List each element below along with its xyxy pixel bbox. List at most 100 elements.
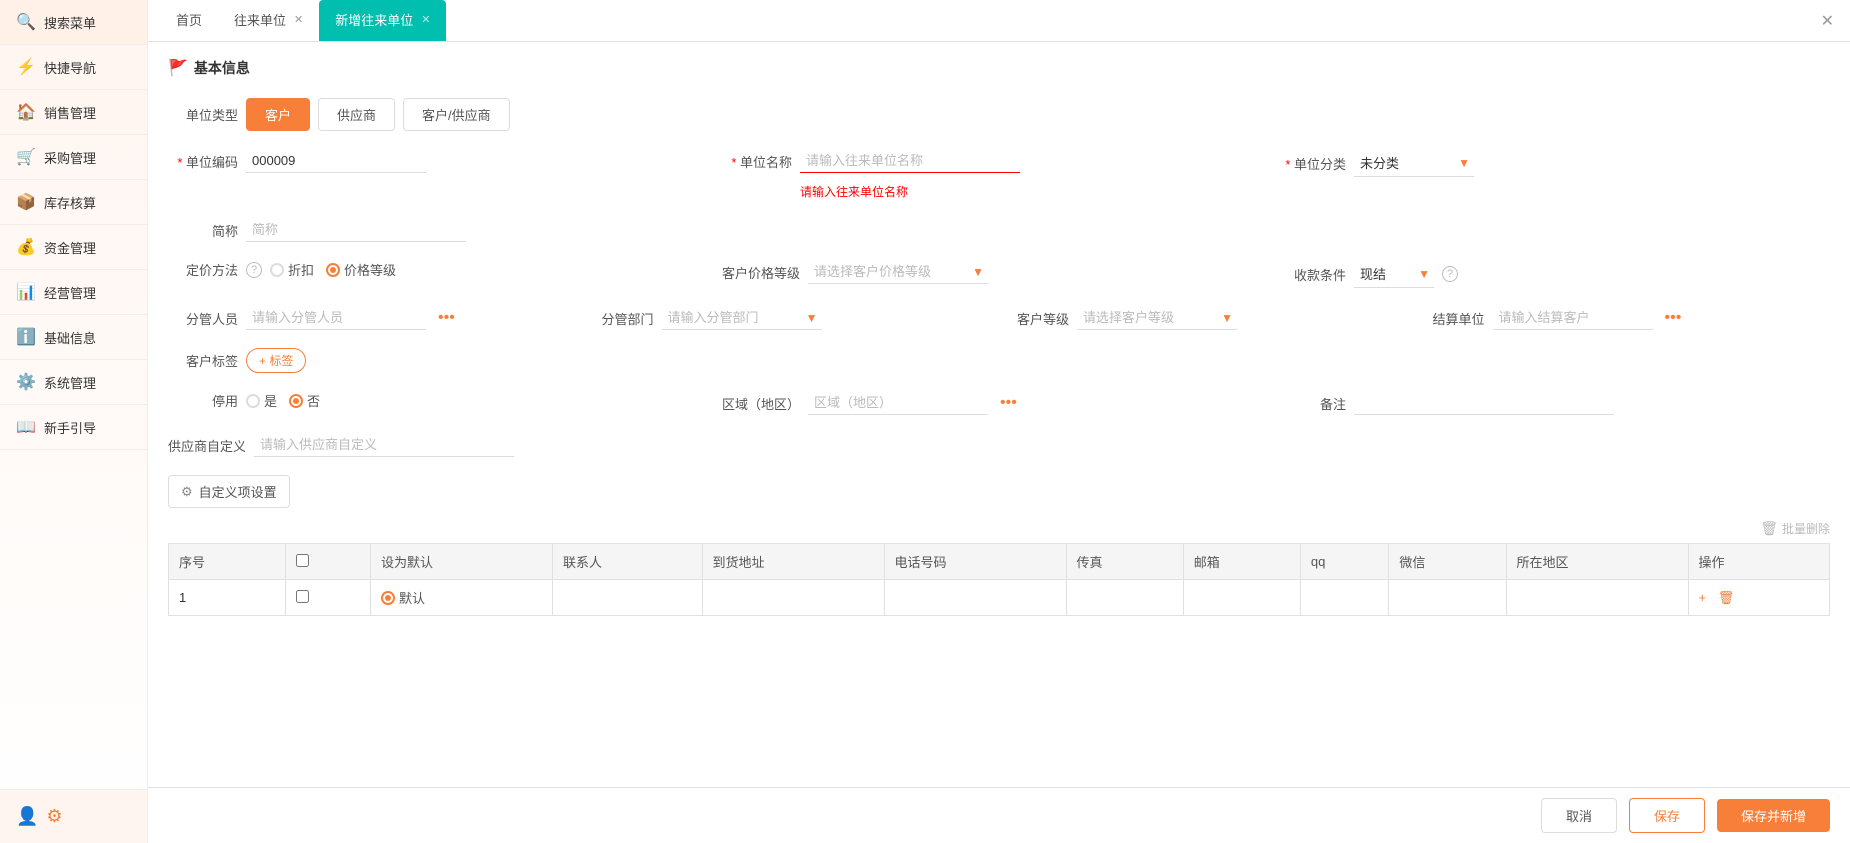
btn-supplier[interactable]: 供应商	[318, 98, 395, 131]
default-radio[interactable]: 默认	[381, 588, 542, 607]
pricing-help-icon[interactable]: ?	[246, 262, 262, 278]
sidebar-item-beginner[interactable]: 📖 新手引导	[0, 405, 147, 450]
main-close-icon[interactable]: ✕	[1817, 7, 1838, 35]
settlement-dots-icon[interactable]: •••	[1661, 309, 1686, 327]
ops-icon: 📊	[16, 282, 36, 302]
payment-terms-label: 收款条件	[1276, 265, 1346, 284]
customer-tag-add-btn[interactable]: + 标签	[246, 348, 306, 373]
supplier-custom-input[interactable]	[254, 433, 514, 457]
sidebar-item-finance[interactable]: 💰 资金管理	[0, 225, 147, 270]
row-delete-icon[interactable]: 🗑	[1718, 590, 1735, 605]
customer-price-level-group: 客户价格等级 ▼	[722, 260, 1276, 284]
sidebar-item-label: 采购管理	[44, 148, 96, 167]
row-add-icon[interactable]: +	[1699, 590, 1707, 605]
cancel-button[interactable]: 取消	[1541, 798, 1617, 833]
unit-code-group: 单位编码	[168, 149, 722, 173]
settings-icon[interactable]: ⚙	[46, 806, 62, 827]
tab-new-partner[interactable]: 新增往来单位 ✕	[319, 0, 446, 41]
dept-label: 分管部门	[584, 309, 654, 328]
dept-group: 分管部门 ▼	[584, 306, 1000, 330]
customer-tag-label: 客户标签	[168, 351, 238, 370]
disabled-no-label: 否	[307, 391, 320, 410]
sidebar: 🔍 搜索菜单 ⚡ 快捷导航 🏠 销售管理 🛒 采购管理 📦 库存核算 💰 资金管…	[0, 0, 148, 843]
short-name-input[interactable]	[246, 218, 466, 242]
unit-code-input[interactable]	[246, 149, 426, 173]
manager-input[interactable]	[246, 306, 426, 330]
tab-new-partner-close[interactable]: ✕	[421, 13, 430, 26]
sidebar-item-sales[interactable]: 🏠 销售管理	[0, 90, 147, 135]
main-area: 首页 往来单位 ✕ 新增往来单位 ✕ ✕ 🚩 基本信息 单位类型 客户 供应商 …	[148, 0, 1850, 843]
supplier-custom-group: 供应商自定义	[168, 433, 1830, 457]
manager-group: 分管人员 •••	[168, 306, 584, 330]
pricing-discount-label: 折扣	[288, 260, 314, 279]
save-button[interactable]: 保存	[1629, 798, 1705, 833]
contact-table: 序号 设为默认 联系人 到货地址 电话号码 传真 邮箱 qq 微信 所在地区 操…	[168, 543, 1830, 616]
settlement-group: 结算单位 •••	[1415, 306, 1831, 330]
batch-delete-label[interactable]: 批量删除	[1782, 520, 1830, 537]
radio-discount-circle	[270, 263, 284, 277]
tab-home[interactable]: 首页	[160, 0, 218, 41]
row-checkbox[interactable]	[296, 590, 309, 603]
unit-category-label: 单位分类	[1276, 154, 1346, 173]
col-fax: 传真	[1066, 544, 1183, 580]
sidebar-item-label: 销售管理	[44, 103, 96, 122]
unit-type-label: 单位类型	[168, 105, 238, 124]
radio-level-circle	[326, 263, 340, 277]
sidebar-item-basic[interactable]: ℹ️ 基础信息	[0, 315, 147, 360]
dept-wrapper: ▼	[662, 306, 822, 330]
sidebar-item-ops[interactable]: 📊 经营管理	[0, 270, 147, 315]
customer-price-level-label: 客户价格等级	[722, 263, 800, 282]
quick-nav-icon: ⚡	[16, 57, 36, 77]
settlement-input[interactable]	[1493, 306, 1653, 330]
unit-name-input[interactable]	[800, 149, 1020, 173]
disabled-no-radio[interactable]: 否	[289, 391, 320, 410]
tab-partner-list-close[interactable]: ✕	[294, 13, 303, 26]
manager-dots-icon[interactable]: •••	[434, 309, 459, 327]
payment-help-icon[interactable]: ?	[1442, 266, 1458, 282]
cell-action: + 🗑	[1688, 580, 1830, 616]
region-group: 区域（地区） •••	[722, 391, 1276, 415]
user-icon[interactable]: 👤	[16, 806, 38, 827]
unit-category-group: 单位分类 未分类 ▼	[1276, 149, 1830, 177]
btn-customer[interactable]: 客户	[246, 98, 310, 131]
select-all-checkbox[interactable]	[296, 554, 309, 567]
unit-type-buttons: 客户 供应商 客户/供应商	[246, 98, 510, 131]
pricing-radio-discount[interactable]: 折扣	[270, 260, 314, 279]
customer-level-input[interactable]	[1077, 306, 1237, 330]
sidebar-item-system[interactable]: ⚙️ 系统管理	[0, 360, 147, 405]
save-new-button[interactable]: 保存并新增	[1717, 799, 1830, 832]
gear-icon: ⚙	[181, 484, 193, 500]
settlement-label: 结算单位	[1415, 309, 1485, 328]
remark-input[interactable]	[1354, 391, 1614, 415]
unit-type-row: 单位类型 客户 供应商 客户/供应商	[168, 98, 1830, 131]
sidebar-item-search[interactable]: 🔍 搜索菜单	[0, 0, 147, 45]
cell-phone	[884, 580, 1066, 616]
btn-both[interactable]: 客户/供应商	[403, 98, 510, 131]
batch-delete-icon: 🗑	[1760, 520, 1778, 537]
sidebar-item-purchase[interactable]: 🛒 采购管理	[0, 135, 147, 180]
default-label: 默认	[399, 588, 425, 607]
region-dots-icon[interactable]: •••	[996, 394, 1021, 412]
sidebar-item-inventory[interactable]: 📦 库存核算	[0, 180, 147, 225]
search-menu-icon: 🔍	[16, 12, 36, 32]
tab-partner-list[interactable]: 往来单位 ✕	[218, 0, 319, 41]
pricing-radio-level[interactable]: 价格等级	[326, 260, 396, 279]
dept-input[interactable]	[662, 306, 822, 330]
pricing-row: 定价方法 ? 折扣 价格等级 客户价格等级 ▼	[168, 260, 1830, 288]
sidebar-item-label: 系统管理	[44, 373, 96, 392]
col-phone: 电话号码	[884, 544, 1066, 580]
manager-label: 分管人员	[168, 309, 238, 328]
cell-fax	[1066, 580, 1183, 616]
col-contact: 联系人	[552, 544, 702, 580]
sidebar-item-label: 基础信息	[44, 328, 96, 347]
region-label: 区域（地区）	[722, 394, 800, 413]
customize-settings-btn[interactable]: ⚙ 自定义项设置	[168, 475, 290, 508]
customer-price-level-input[interactable]	[808, 260, 988, 284]
system-icon: ⚙️	[16, 372, 36, 392]
cell-wechat	[1389, 580, 1506, 616]
sidebar-item-quicknav[interactable]: ⚡ 快捷导航	[0, 45, 147, 90]
disabled-yes-radio[interactable]: 是	[246, 391, 277, 410]
region-input[interactable]	[808, 391, 988, 415]
unit-name-label: 单位名称	[722, 152, 792, 171]
tab-bar: 首页 往来单位 ✕ 新增往来单位 ✕ ✕	[148, 0, 1850, 42]
